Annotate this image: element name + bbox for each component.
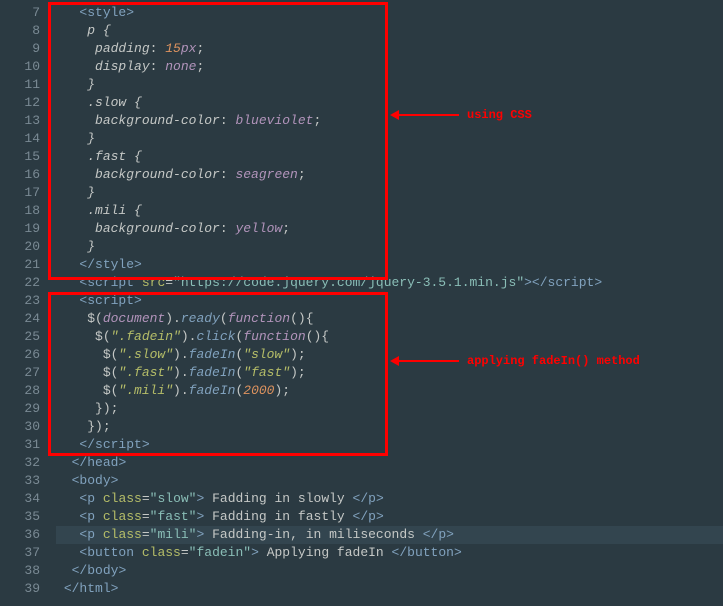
line-number: 37 [6, 544, 40, 562]
line-number: 15 [6, 148, 40, 166]
line-number: 22 [6, 274, 40, 292]
code-line: }); [56, 400, 723, 418]
code-line: .mili { [56, 202, 723, 220]
line-number: 30 [6, 418, 40, 436]
line-number: 8 [6, 22, 40, 40]
code-line: <p class="slow"> Fadding in slowly </p> [56, 490, 723, 508]
line-number: 16 [6, 166, 40, 184]
line-number: 32 [6, 454, 40, 472]
line-number-gutter: 7 8 9 10 11 12 13 14 15 16 17 18 19 20 2… [0, 0, 50, 602]
arrow-fadein: applying fadeIn() method [390, 354, 640, 368]
code-line: </body> [56, 562, 723, 580]
line-number: 17 [6, 184, 40, 202]
line-number: 12 [6, 94, 40, 112]
code-line: <body> [56, 472, 723, 490]
code-line: $(".mili").fadeIn(2000); [56, 382, 723, 400]
code-line: p { [56, 22, 723, 40]
line-number: 33 [6, 472, 40, 490]
line-number: 14 [6, 130, 40, 148]
line-number: 39 [6, 580, 40, 598]
code-line: padding: 15px; [56, 40, 723, 58]
code-line: } [56, 184, 723, 202]
code-line: <style> [56, 4, 723, 22]
editor-area: 7 8 9 10 11 12 13 14 15 16 17 18 19 20 2… [0, 0, 723, 602]
code-line-highlighted: <p class="mili"> Fadding-in, in miliseco… [56, 526, 723, 544]
line-number: 28 [6, 382, 40, 400]
line-number: 25 [6, 328, 40, 346]
arrow-using-css: using CSS [390, 108, 532, 122]
line-number: 13 [6, 112, 40, 130]
line-number: 11 [6, 76, 40, 94]
code-line: <script> [56, 292, 723, 310]
arrow-head-icon [390, 356, 399, 366]
line-number: 19 [6, 220, 40, 238]
line-number: 24 [6, 310, 40, 328]
line-number: 7 [6, 4, 40, 22]
arrow-shaft [399, 114, 459, 116]
code-line: <p class="fast"> Fadding in fastly </p> [56, 508, 723, 526]
code-pane[interactable]: using CSS applying fadeIn() method <styl… [50, 0, 723, 602]
code-line: } [56, 238, 723, 256]
code-line: </style> [56, 256, 723, 274]
line-number: 10 [6, 58, 40, 76]
annotation-label: using CSS [467, 108, 532, 122]
code-line: background-color: seagreen; [56, 166, 723, 184]
line-number: 35 [6, 508, 40, 526]
line-number: 23 [6, 292, 40, 310]
line-number: 27 [6, 364, 40, 382]
code-line: } [56, 130, 723, 148]
line-number: 26 [6, 346, 40, 364]
line-number: 34 [6, 490, 40, 508]
code-line: </script> [56, 436, 723, 454]
line-number: 38 [6, 562, 40, 580]
code-line: display: none; [56, 58, 723, 76]
code-line: .fast { [56, 148, 723, 166]
code-line: </html> [56, 580, 723, 598]
code-line: </head> [56, 454, 723, 472]
line-number: 29 [6, 400, 40, 418]
line-number: 36 [6, 526, 40, 544]
line-number: 20 [6, 238, 40, 256]
annotation-label: applying fadeIn() method [467, 354, 640, 368]
arrow-head-icon [390, 110, 399, 120]
code-line: background-color: yellow; [56, 220, 723, 238]
line-number: 31 [6, 436, 40, 454]
line-number: 9 [6, 40, 40, 58]
code-line: $(".fadein").click(function(){ [56, 328, 723, 346]
code-line: } [56, 76, 723, 94]
code-line: <script src="https://code.jquery.com/jqu… [56, 274, 723, 292]
line-number: 21 [6, 256, 40, 274]
code-line: <button class="fadein"> Applying fadeIn … [56, 544, 723, 562]
line-number: 18 [6, 202, 40, 220]
code-line: }); [56, 418, 723, 436]
code-line: $(document).ready(function(){ [56, 310, 723, 328]
arrow-shaft [399, 360, 459, 362]
